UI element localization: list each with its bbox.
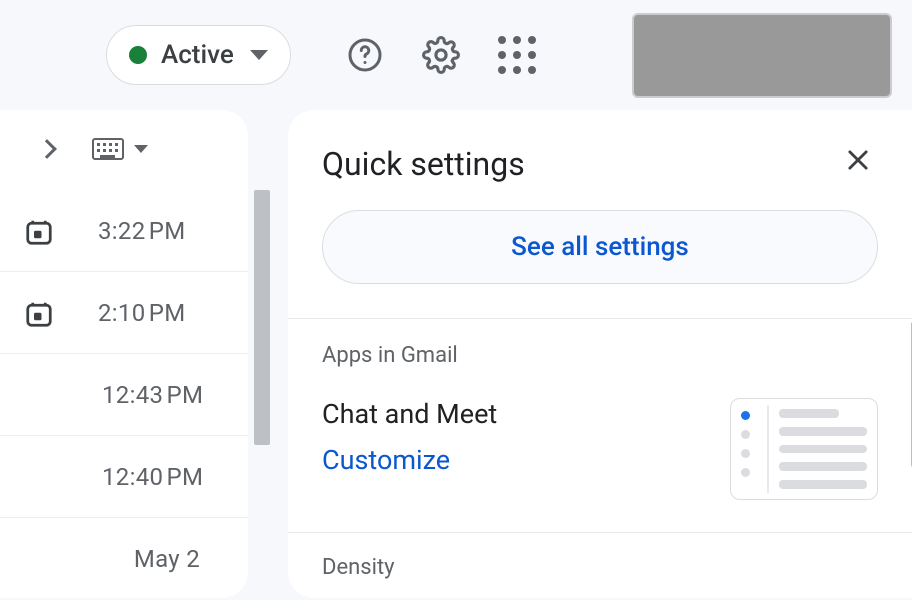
chat-meet-title: Chat and Meet [322, 398, 497, 430]
list-item[interactable]: May 2 [0, 518, 248, 600]
calendar-icon [24, 217, 52, 245]
settings-header: Quick settings [322, 140, 878, 188]
expand-icon[interactable] [37, 139, 57, 159]
content-area: 3:22 PM 2:10 PM 12:43 PM 12:40 PM May 2 [0, 110, 912, 598]
row-time: 12:40 PM [102, 463, 203, 491]
quick-settings-panel: Quick settings See all settings Apps in … [288, 110, 912, 598]
apps-button[interactable] [493, 31, 541, 79]
row-time: 3:22 PM [98, 217, 185, 245]
status-dot-icon [129, 46, 147, 64]
divider [288, 318, 912, 319]
close-icon [844, 146, 872, 174]
settings-title: Quick settings [322, 145, 525, 183]
chevron-down-icon [250, 50, 268, 60]
status-chip[interactable]: Active [106, 25, 291, 85]
status-label: Active [161, 40, 234, 70]
see-all-settings-button[interactable]: See all settings [322, 210, 878, 284]
list-item[interactable]: 2:10 PM [0, 272, 248, 354]
see-all-label: See all settings [511, 232, 689, 262]
topbar: Active [0, 0, 912, 110]
settings-button[interactable] [417, 31, 465, 79]
list-item[interactable]: 12:40 PM [0, 436, 248, 518]
chevron-down-icon [134, 145, 148, 153]
account-avatar[interactable] [632, 13, 892, 98]
gear-icon [422, 36, 460, 74]
density-section-label: Density [322, 555, 878, 580]
list-item[interactable]: 3:22 PM [0, 190, 248, 272]
row-time: 12:43 PM [102, 381, 203, 409]
help-button[interactable] [341, 31, 389, 79]
chat-meet-row: Chat and Meet Customize [322, 398, 878, 500]
calendar-icon [24, 299, 52, 327]
customize-link[interactable]: Customize [322, 444, 497, 476]
help-icon [347, 37, 383, 73]
list-header [0, 138, 248, 190]
close-button[interactable] [838, 140, 878, 188]
list-item[interactable]: 12:43 PM [0, 354, 248, 436]
divider [288, 532, 912, 533]
input-tools-dropdown[interactable] [92, 138, 148, 160]
message-list-panel: 3:22 PM 2:10 PM 12:43 PM 12:40 PM May 2 [0, 110, 248, 598]
keyboard-icon [92, 138, 124, 160]
layout-thumbnail [730, 398, 878, 500]
list-rows: 3:22 PM 2:10 PM 12:43 PM 12:40 PM May 2 [0, 190, 248, 600]
list-scrollbar[interactable] [254, 190, 270, 445]
apps-section-label: Apps in Gmail [322, 343, 878, 368]
apps-grid-icon [498, 36, 536, 74]
row-time: 2:10 PM [98, 299, 185, 327]
row-time: May 2 [134, 545, 200, 573]
